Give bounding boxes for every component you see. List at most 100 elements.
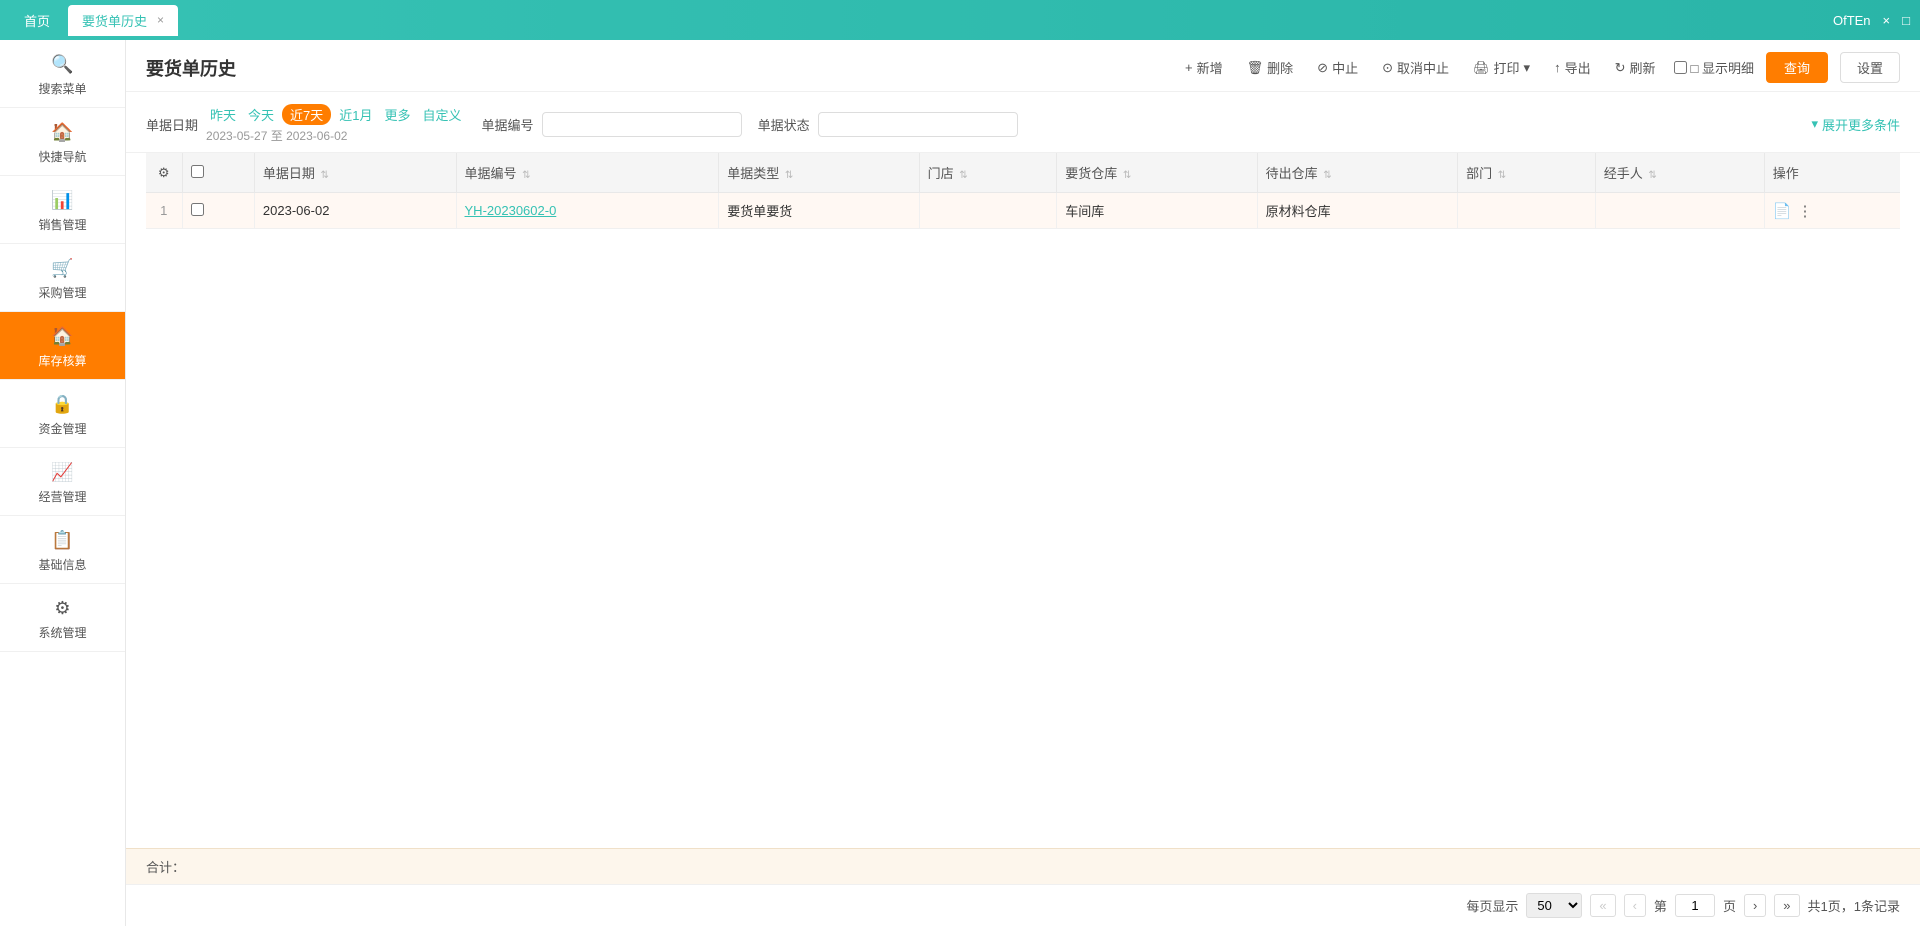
sidebar-item-purchase[interactable]: 🛒 采购管理: [0, 244, 125, 312]
sidebar-item-inventory[interactable]: 🏠 库存核算: [0, 312, 125, 380]
sidebar-item-operations[interactable]: 📈 经营管理: [0, 448, 125, 516]
table-body: 1 2023-06-02 YH-20230602-0 要货单要货 车间库 原材料…: [146, 193, 1900, 229]
col-req-warehouse[interactable]: 要货仓库 ⇅: [1057, 153, 1257, 193]
col-handler[interactable]: 经手人 ⇅: [1595, 153, 1764, 193]
date-yesterday[interactable]: 昨天: [206, 104, 240, 125]
sort-handler-icon: ⇅: [1648, 170, 1656, 181]
cancel-stop-icon: ⊙: [1382, 60, 1393, 76]
col-type[interactable]: 单据类型 ⇅: [719, 153, 919, 193]
expand-more-button[interactable]: ▾ 展开更多条件: [1811, 115, 1900, 134]
sidebar-label-purchase: 采购管理: [38, 284, 86, 301]
date-range-text: 2023-05-27 至 2023-06-02: [206, 127, 466, 144]
new-label: 新增: [1197, 58, 1223, 77]
col-store[interactable]: 门店 ⇅: [919, 153, 1057, 193]
col-date[interactable]: 单据日期 ⇅: [254, 153, 456, 193]
settings-button[interactable]: 设置: [1840, 52, 1900, 83]
sidebar-item-system[interactable]: ⚙ 系统管理: [0, 584, 125, 652]
date-custom[interactable]: 自定义: [419, 104, 466, 125]
page-size-label: 每页显示: [1466, 896, 1518, 915]
sidebar-item-base-info[interactable]: 📋 基础信息: [0, 516, 125, 584]
export-icon: ↑: [1554, 60, 1561, 75]
chevron-down-icon: ▾: [1811, 116, 1818, 132]
col-pending-warehouse[interactable]: 待出仓库 ⇅: [1257, 153, 1457, 193]
page-number-input[interactable]: [1675, 894, 1715, 917]
select-all-checkbox[interactable]: [191, 165, 204, 178]
tab-home[interactable]: 首页: [10, 5, 64, 36]
next-page-button[interactable]: ›: [1744, 894, 1766, 917]
row-more-icon[interactable]: ⋮: [1797, 202, 1812, 220]
order-no-input[interactable]: [542, 112, 742, 137]
refresh-button[interactable]: ↻ 刷新: [1609, 54, 1662, 81]
sidebar-label-sales: 销售管理: [38, 216, 86, 233]
plus-icon: +: [1185, 60, 1193, 75]
sidebar-label-system: 系统管理: [38, 624, 86, 641]
print-button[interactable]: 🖨 打印 ▾: [1467, 54, 1536, 81]
footer-summary: 合计：: [126, 848, 1920, 884]
top-bar-right: OfTEn × □: [1833, 13, 1910, 28]
sidebar-item-finance[interactable]: 🔒 资金管理: [0, 380, 125, 448]
print-label: 打印: [1494, 58, 1520, 77]
window-restore-icon[interactable]: □: [1902, 13, 1910, 28]
status-filter-group: 单据状态: [758, 112, 1018, 137]
date-filter-group: 单据日期 昨天 今天 近7天 近1月 更多 自定义 2023-05-27 至 2…: [146, 104, 466, 144]
export-button[interactable]: ↑ 导出: [1548, 54, 1597, 81]
last-page-button[interactable]: »: [1774, 894, 1799, 917]
sort-type-icon: ⇅: [785, 170, 793, 181]
often-label: OfTEn: [1833, 13, 1871, 28]
display-detail-checkbox[interactable]: [1674, 61, 1687, 74]
date-7days[interactable]: 近7天: [282, 104, 331, 125]
new-button[interactable]: + 新增: [1179, 54, 1229, 81]
row-checkbox[interactable]: [182, 193, 254, 229]
total-info: 共1页，1条记录: [1808, 896, 1900, 915]
sidebar-label-finance: 资金管理: [38, 420, 86, 437]
first-page-button[interactable]: «: [1590, 894, 1615, 917]
export-label: 导出: [1565, 58, 1591, 77]
stop-button[interactable]: ⊘ 中止: [1311, 54, 1364, 81]
sidebar-label-inventory: 库存核算: [38, 352, 86, 369]
sidebar: 🔍 搜索菜单 🏠 快捷导航 📊 销售管理 🛒 采购管理 🏠 库存核算 🔒 资金管…: [0, 40, 126, 926]
page-size-select[interactable]: 50 10 20 100: [1526, 893, 1582, 918]
date-1month[interactable]: 近1月: [335, 104, 376, 125]
col-no[interactable]: 单据编号 ⇅: [456, 153, 719, 193]
row-no[interactable]: YH-20230602-0: [456, 193, 719, 229]
window-close-icon[interactable]: ×: [1883, 13, 1891, 28]
content-area: 要货单历史 + 新增 🗑 删除 ⊘ 中止 ⊙ 取消中止: [126, 40, 1920, 926]
sidebar-item-sales[interactable]: 📊 销售管理: [0, 176, 125, 244]
col-settings[interactable]: ⚙: [146, 153, 182, 193]
home-icon: 🏠: [51, 122, 73, 143]
delete-button[interactable]: 🗑 删除: [1241, 54, 1300, 81]
status-label: 单据状态: [758, 115, 810, 134]
order-no-label: 单据编号: [482, 115, 534, 134]
table-container: ⚙ 单据日期 ⇅ 单据编号 ⇅ 单据类型 ⇅ 门店 ⇅ 要货仓库 ⇅ 待出仓库 …: [126, 153, 1920, 848]
cancel-stop-button[interactable]: ⊙ 取消中止: [1376, 54, 1455, 81]
trash-icon: 🗑: [1247, 60, 1264, 76]
toolbar: + 新增 🗑 删除 ⊘ 中止 ⊙ 取消中止 🖨 打印: [1179, 52, 1900, 83]
inventory-icon: 🏠: [51, 326, 73, 347]
main-layout: 🔍 搜索菜单 🏠 快捷导航 📊 销售管理 🛒 采购管理 🏠 库存核算 🔒 资金管…: [0, 40, 1920, 926]
status-select[interactable]: [818, 112, 1018, 137]
row-select-checkbox[interactable]: [191, 203, 204, 216]
filter-bar: 单据日期 昨天 今天 近7天 近1月 更多 自定义 2023-05-27 至 2…: [126, 92, 1920, 153]
gear-icon: ⚙: [54, 598, 70, 619]
list-icon: 📋: [51, 530, 73, 551]
sidebar-item-quick-nav[interactable]: 🏠 快捷导航: [0, 108, 125, 176]
sidebar-item-search-menu[interactable]: 🔍 搜索菜单: [0, 40, 125, 108]
query-button[interactable]: 查询: [1766, 52, 1828, 83]
table-header: ⚙ 单据日期 ⇅ 单据编号 ⇅ 单据类型 ⇅ 门店 ⇅ 要货仓库 ⇅ 待出仓库 …: [146, 153, 1900, 193]
prev-page-button[interactable]: ‹: [1624, 894, 1646, 917]
tab-close-icon[interactable]: ×: [157, 13, 164, 27]
chart-icon: 📊: [51, 190, 73, 211]
row-handler: [1595, 193, 1764, 229]
cancel-stop-label: 取消中止: [1397, 58, 1449, 77]
tab-label: 要货单历史: [82, 11, 147, 30]
date-more[interactable]: 更多: [381, 104, 415, 125]
sidebar-label-search: 搜索菜单: [38, 80, 86, 97]
refresh-icon: ↻: [1615, 60, 1626, 76]
status-select-wrapper: [818, 112, 1018, 137]
row-operation[interactable]: 📄 ⋮: [1764, 193, 1900, 229]
tab-requisition-history[interactable]: 要货单历史 ×: [68, 5, 178, 36]
date-today[interactable]: 今天: [244, 104, 278, 125]
col-department[interactable]: 部门 ⇅: [1458, 153, 1596, 193]
display-detail-toggle[interactable]: □ 显示明细: [1674, 58, 1754, 77]
row-edit-icon[interactable]: 📄: [1773, 202, 1792, 220]
